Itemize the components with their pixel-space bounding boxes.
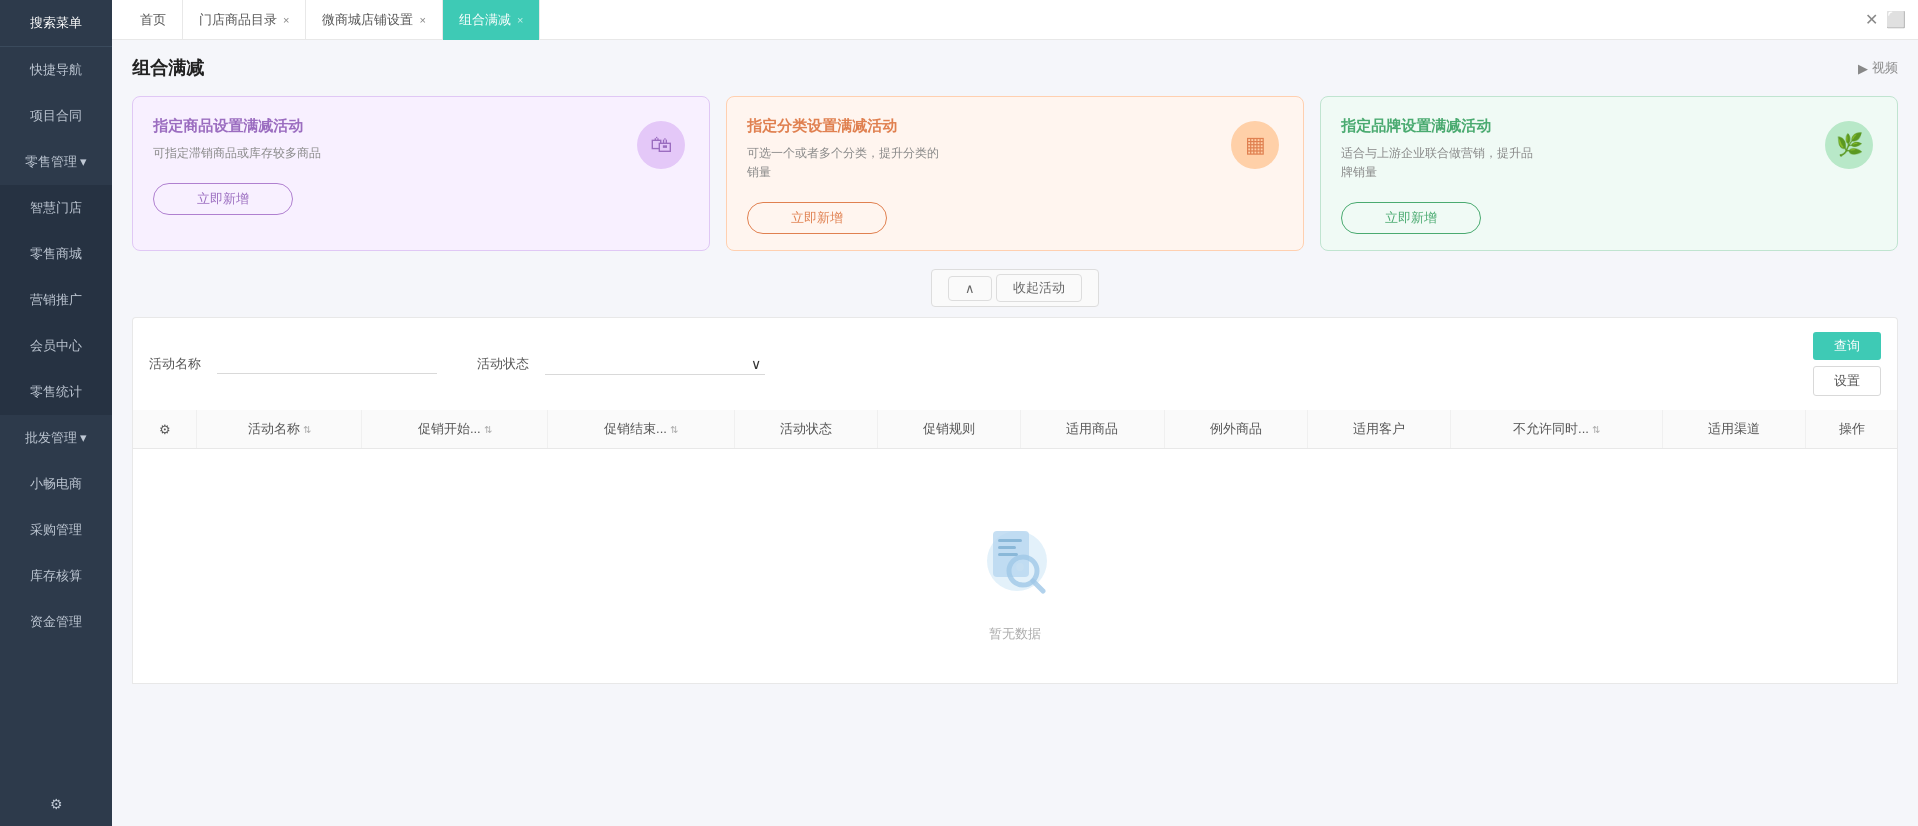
query-button[interactable]: 查询 (1813, 332, 1881, 360)
sidebar-settings-btn[interactable]: ⚙ (0, 782, 112, 826)
page-content: 组合满减 ▶ 视频 指定商品设置满减活动 可指定滞销商品或库存较多商品 立即新增… (112, 40, 1918, 826)
tab-combo-discount[interactable]: 组合满减× (443, 0, 540, 40)
data-table: ⚙活动名称 ⇅促销开始... ⇅促销结束... ⇅活动状态促销规则适用商品例外商… (133, 410, 1897, 449)
page-header: 组合满减 ▶ 视频 (132, 56, 1898, 80)
video-link[interactable]: ▶ 视频 (1858, 59, 1898, 77)
sidebar-item-purchase-mgmt[interactable]: 采购管理 (0, 507, 112, 553)
sidebar-item-member-center[interactable]: 会员中心 (0, 323, 112, 369)
sidebar-search[interactable]: 搜索菜单 (0, 0, 112, 47)
sidebar-item-retail-mgmt[interactable]: 零售管理 ▾ (0, 139, 112, 185)
table-col-applicable_customer: 适用客户 (1307, 410, 1450, 449)
card-desc-product-card: 可指定滞销商品或库存较多商品 (153, 144, 353, 163)
svg-rect-3 (998, 546, 1016, 549)
table-col-applicable_channel: 适用渠道 (1662, 410, 1805, 449)
promo-card-product-card: 指定商品设置满减活动 可指定滞销商品或库存较多商品 立即新增 🛍 (132, 96, 710, 251)
sidebar-item-marketing[interactable]: 营销推广 (0, 277, 112, 323)
collapse-bar[interactable]: ∧ 收起活动 (132, 263, 1898, 317)
card-desc-category-card: 可选一个或者多个分类，提升分类的销量 (747, 144, 947, 182)
svg-point-7 (1016, 563, 1024, 571)
maximize-window-icon[interactable]: ⬜ (1886, 10, 1906, 29)
card-icon-category-card: ▦ (1231, 121, 1279, 169)
sidebar-item-wholesale-mgmt[interactable]: 批发管理 ▾ (0, 415, 112, 461)
svg-rect-2 (998, 539, 1022, 542)
sidebar-item-quick-nav[interactable]: 快捷导航 (0, 47, 112, 93)
chevron-up-icon: ∧ (948, 276, 992, 301)
main-area: 首页门店商品目录×微商城店铺设置×组合满减× ✕ ⬜ 组合满减 ▶ 视频 指定商… (112, 0, 1918, 826)
window-controls: ✕ ⬜ (1865, 10, 1906, 29)
tab-close-icon-wechat-store[interactable]: × (419, 14, 425, 26)
card-btn-brand-card[interactable]: 立即新增 (1341, 202, 1481, 234)
chevron-down-icon: ∨ (751, 356, 761, 372)
promo-card-category-card: 指定分类设置满减活动 可选一个或者多个分类，提升分类的销量 立即新增 ▦ (726, 96, 1304, 251)
filter-name-input[interactable] (217, 354, 437, 374)
filter-name-label: 活动名称 (149, 355, 201, 373)
card-btn-product-card[interactable]: 立即新增 (153, 183, 293, 215)
card-title-category-card: 指定分类设置满减活动 (747, 117, 1283, 136)
table-col-settings: ⚙ (133, 410, 197, 449)
sidebar-item-retail-stats[interactable]: 零售统计 (0, 369, 112, 415)
table-col-not_allow_same[interactable]: 不允许同时... ⇅ (1451, 410, 1663, 449)
tab-close-icon-combo-discount[interactable]: × (517, 14, 523, 26)
tab-home[interactable]: 首页 (124, 0, 183, 40)
table-col-rule: 促销规则 (877, 410, 1020, 449)
card-btn-category-card[interactable]: 立即新增 (747, 202, 887, 234)
card-title-brand-card: 指定品牌设置满减活动 (1341, 117, 1877, 136)
empty-icon (965, 509, 1065, 609)
tab-store-catalog[interactable]: 门店商品目录× (183, 0, 306, 40)
settings-button[interactable]: 设置 (1813, 366, 1881, 396)
card-icon-product-card: 🛍 (637, 121, 685, 169)
sidebar-item-finance-mgmt[interactable]: 资金管理 (0, 599, 112, 645)
table-col-exception_goods: 例外商品 (1164, 410, 1307, 449)
card-title-product-card: 指定商品设置满减活动 (153, 117, 689, 136)
promo-cards-row: 指定商品设置满减活动 可指定滞销商品或库存较多商品 立即新增 🛍 指定分类设置满… (132, 96, 1898, 251)
promo-card-brand-card: 指定品牌设置满减活动 适合与上游企业联合做营销，提升品牌销量 立即新增 🌿 (1320, 96, 1898, 251)
page-title: 组合满减 (132, 56, 204, 80)
data-table-wrap: ⚙活动名称 ⇅促销开始... ⇅促销结束... ⇅活动状态促销规则适用商品例外商… (132, 410, 1898, 684)
card-icon-brand-card: 🌿 (1825, 121, 1873, 169)
table-col-name[interactable]: 活动名称 ⇅ (197, 410, 362, 449)
collapse-label: 收起活动 (996, 274, 1082, 302)
play-icon: ▶ (1858, 61, 1868, 76)
svg-rect-4 (998, 553, 1018, 556)
table-col-status: 活动状态 (734, 410, 877, 449)
sidebar-item-inventory[interactable]: 库存核算 (0, 553, 112, 599)
filter-status-select[interactable]: ∨ (545, 354, 765, 375)
table-col-end[interactable]: 促销结束... ⇅ (548, 410, 734, 449)
filter-row: 活动名称 活动状态 ∨ 查询 设置 (132, 317, 1898, 410)
sidebar-item-retail-mall[interactable]: 零售商城 (0, 231, 112, 277)
empty-state: 暂无数据 (133, 449, 1897, 683)
sidebar-item-xiaochang-ec[interactable]: 小畅电商 (0, 461, 112, 507)
sidebar-item-smart-store[interactable]: 智慧门店 (0, 185, 112, 231)
table-col-action: 操作 (1806, 410, 1897, 449)
filter-actions: 查询 设置 (1813, 332, 1881, 396)
filter-status-label: 活动状态 (477, 355, 529, 373)
table-col-applicable_goods: 适用商品 (1021, 410, 1164, 449)
svg-line-6 (1033, 581, 1043, 591)
card-desc-brand-card: 适合与上游企业联合做营销，提升品牌销量 (1341, 144, 1541, 182)
close-window-icon[interactable]: ✕ (1865, 10, 1878, 29)
tab-close-icon-store-catalog[interactable]: × (283, 14, 289, 26)
tab-wechat-store[interactable]: 微商城店铺设置× (306, 0, 442, 40)
tab-bar: 首页门店商品目录×微商城店铺设置×组合满减× ✕ ⬜ (112, 0, 1918, 40)
table-col-start[interactable]: 促销开始... ⇅ (362, 410, 548, 449)
empty-text: 暂无数据 (133, 625, 1897, 643)
sidebar-item-project-contract[interactable]: 项目合同 (0, 93, 112, 139)
sidebar: 搜索菜单 快捷导航项目合同零售管理 ▾智慧门店零售商城营销推广会员中心零售统计批… (0, 0, 112, 826)
